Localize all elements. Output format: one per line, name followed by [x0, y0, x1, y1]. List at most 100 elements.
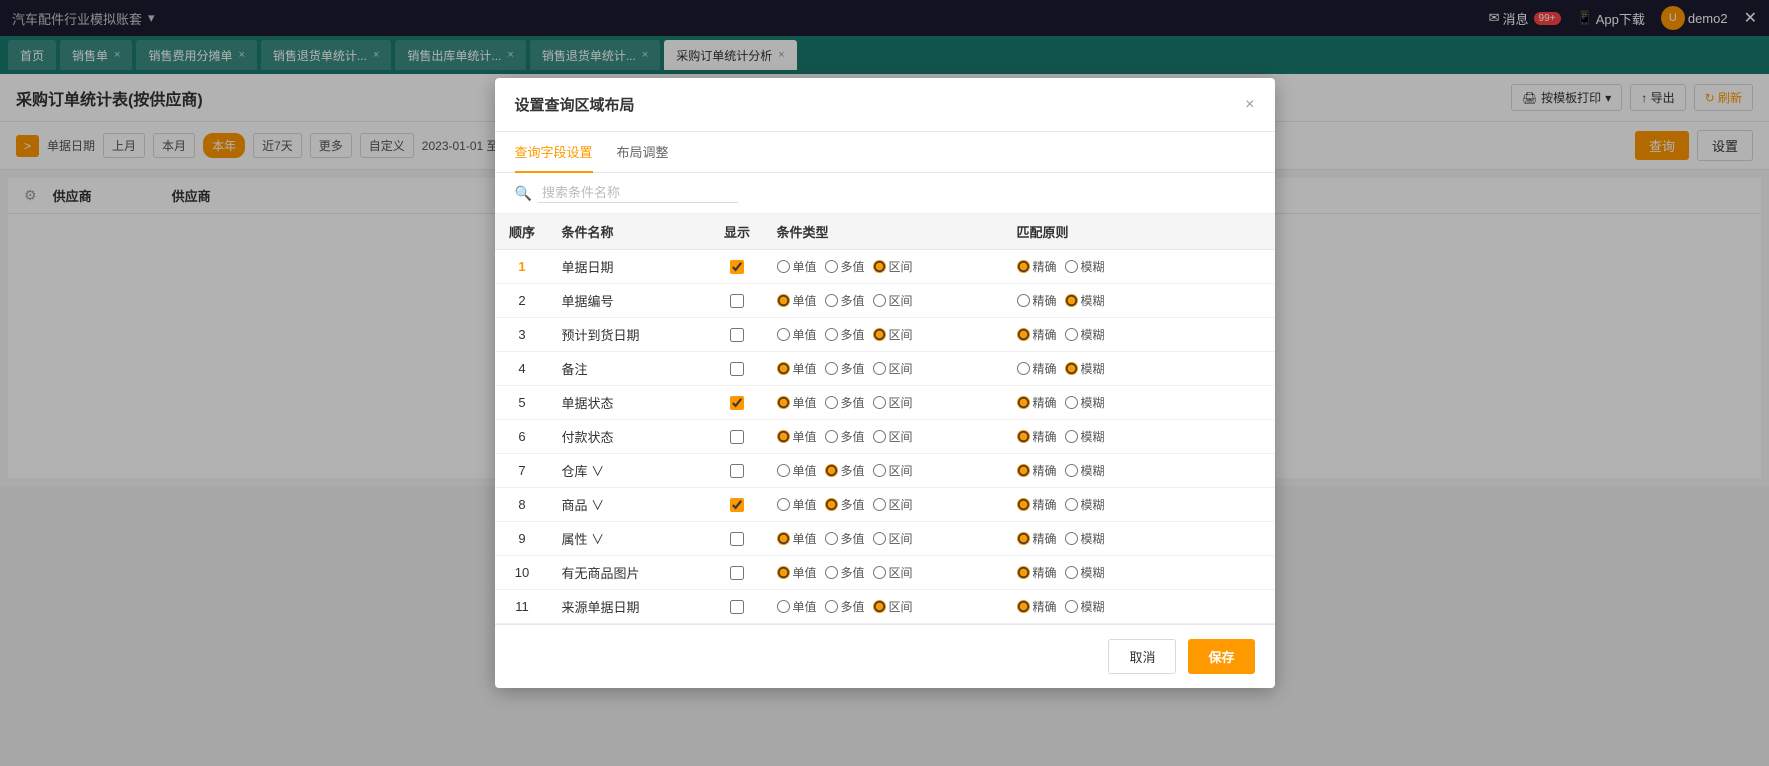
match-option-精确[interactable]: 精确 — [1017, 326, 1057, 343]
type-option-区间[interactable]: 区间 — [873, 598, 913, 615]
type-option-多值[interactable]: 多值 — [825, 462, 865, 479]
row-order: 3 — [495, 318, 550, 352]
type-option-单值[interactable]: 单值 — [777, 496, 817, 513]
match-option-模糊[interactable]: 模糊 — [1065, 292, 1105, 309]
match-option-精确[interactable]: 精确 — [1017, 564, 1057, 581]
row-match-cell: 精确模糊 — [1005, 318, 1275, 352]
row-condition-name: 单据状态 — [550, 386, 710, 420]
display-checkbox[interactable] — [730, 362, 744, 376]
row-match-cell: 精确模糊 — [1005, 284, 1275, 318]
type-option-区间[interactable]: 区间 — [873, 360, 913, 377]
tab-query-fields[interactable]: 查询字段设置 — [515, 132, 593, 173]
match-option-精确[interactable]: 精确 — [1017, 428, 1057, 445]
display-checkbox[interactable] — [730, 498, 744, 512]
match-option-模糊[interactable]: 模糊 — [1065, 394, 1105, 411]
type-option-单值[interactable]: 单值 — [777, 462, 817, 479]
type-option-单值[interactable]: 单值 — [777, 360, 817, 377]
display-checkbox[interactable] — [730, 600, 744, 614]
match-option-模糊[interactable]: 模糊 — [1065, 530, 1105, 547]
modal-overlay[interactable]: 设置查询区域布局 × 查询字段设置 布局调整 🔍 顺序 条件名称 显示 条件类型 — [0, 0, 1769, 766]
row-order: 4 — [495, 352, 550, 386]
type-option-多值[interactable]: 多值 — [825, 292, 865, 309]
row-type-cell: 单值多值区间 — [765, 522, 1005, 556]
match-option-精确[interactable]: 精确 — [1017, 292, 1057, 309]
type-option-多值[interactable]: 多值 — [825, 428, 865, 445]
display-checkbox[interactable] — [730, 294, 744, 308]
type-option-区间[interactable]: 区间 — [873, 292, 913, 309]
type-option-单值[interactable]: 单值 — [777, 598, 817, 615]
row-condition-name: 单据日期 — [550, 250, 710, 284]
row-condition-name: 仓库 ∨ — [550, 454, 710, 488]
tab-layout-adjust[interactable]: 布局调整 — [617, 132, 669, 173]
display-checkbox[interactable] — [730, 328, 744, 342]
type-option-区间[interactable]: 区间 — [873, 462, 913, 479]
type-option-单值[interactable]: 单值 — [777, 564, 817, 581]
match-option-模糊[interactable]: 模糊 — [1065, 258, 1105, 275]
row-condition-name: 单据编号 — [550, 284, 710, 318]
match-option-精确[interactable]: 精确 — [1017, 530, 1057, 547]
type-option-单值[interactable]: 单值 — [777, 292, 817, 309]
match-option-模糊[interactable]: 模糊 — [1065, 564, 1105, 581]
type-option-多值[interactable]: 多值 — [825, 530, 865, 547]
row-order: 7 — [495, 454, 550, 488]
row-order: 11 — [495, 590, 550, 624]
th-match: 匹配原则 — [1005, 214, 1275, 250]
match-option-模糊[interactable]: 模糊 — [1065, 496, 1105, 513]
type-option-区间[interactable]: 区间 — [873, 258, 913, 275]
row-type-cell: 单值多值区间 — [765, 284, 1005, 318]
match-option-精确[interactable]: 精确 — [1017, 496, 1057, 513]
match-option-精确[interactable]: 精确 — [1017, 258, 1057, 275]
type-option-区间[interactable]: 区间 — [873, 394, 913, 411]
cancel-btn[interactable]: 取消 — [1108, 639, 1176, 674]
type-option-区间[interactable]: 区间 — [873, 530, 913, 547]
th-order: 顺序 — [495, 214, 550, 250]
match-option-模糊[interactable]: 模糊 — [1065, 428, 1105, 445]
type-option-区间[interactable]: 区间 — [873, 496, 913, 513]
match-option-模糊[interactable]: 模糊 — [1065, 360, 1105, 377]
row-display-cell — [710, 488, 765, 522]
row-match-cell: 精确模糊 — [1005, 522, 1275, 556]
display-checkbox[interactable] — [730, 396, 744, 410]
type-option-多值[interactable]: 多值 — [825, 258, 865, 275]
display-checkbox[interactable] — [730, 532, 744, 546]
save-btn[interactable]: 保存 — [1188, 639, 1254, 674]
type-option-区间[interactable]: 区间 — [873, 326, 913, 343]
table-row: 7仓库 ∨单值多值区间精确模糊 — [495, 454, 1275, 488]
match-option-模糊[interactable]: 模糊 — [1065, 462, 1105, 479]
search-icon: 🔍 — [515, 185, 532, 202]
type-option-多值[interactable]: 多值 — [825, 394, 865, 411]
row-match-cell: 精确模糊 — [1005, 556, 1275, 590]
row-type-cell: 单值多值区间 — [765, 454, 1005, 488]
match-option-精确[interactable]: 精确 — [1017, 462, 1057, 479]
type-option-多值[interactable]: 多值 — [825, 326, 865, 343]
type-option-单值[interactable]: 单值 — [777, 258, 817, 275]
type-option-多值[interactable]: 多值 — [825, 564, 865, 581]
match-option-精确[interactable]: 精确 — [1017, 394, 1057, 411]
match-option-模糊[interactable]: 模糊 — [1065, 326, 1105, 343]
row-type-cell: 单值多值区间 — [765, 488, 1005, 522]
match-option-模糊[interactable]: 模糊 — [1065, 598, 1105, 615]
display-checkbox[interactable] — [730, 260, 744, 274]
type-option-区间[interactable]: 区间 — [873, 428, 913, 445]
display-checkbox[interactable] — [730, 430, 744, 444]
modal-title: 设置查询区域布局 — [515, 94, 635, 115]
display-checkbox[interactable] — [730, 566, 744, 580]
row-display-cell — [710, 284, 765, 318]
type-option-单值[interactable]: 单值 — [777, 530, 817, 547]
type-option-区间[interactable]: 区间 — [873, 564, 913, 581]
row-display-cell — [710, 590, 765, 624]
type-option-多值[interactable]: 多值 — [825, 360, 865, 377]
type-option-多值[interactable]: 多值 — [825, 598, 865, 615]
modal-close-btn[interactable]: × — [1245, 96, 1254, 114]
match-option-精确[interactable]: 精确 — [1017, 598, 1057, 615]
match-option-精确[interactable]: 精确 — [1017, 360, 1057, 377]
search-input[interactable] — [538, 183, 738, 203]
type-option-多值[interactable]: 多值 — [825, 496, 865, 513]
type-option-单值[interactable]: 单值 — [777, 428, 817, 445]
display-checkbox[interactable] — [730, 464, 744, 478]
type-option-单值[interactable]: 单值 — [777, 326, 817, 343]
table-row: 9属性 ∨单值多值区间精确模糊 — [495, 522, 1275, 556]
type-option-单值[interactable]: 单值 — [777, 394, 817, 411]
table-row: 6付款状态单值多值区间精确模糊 — [495, 420, 1275, 454]
row-display-cell — [710, 250, 765, 284]
